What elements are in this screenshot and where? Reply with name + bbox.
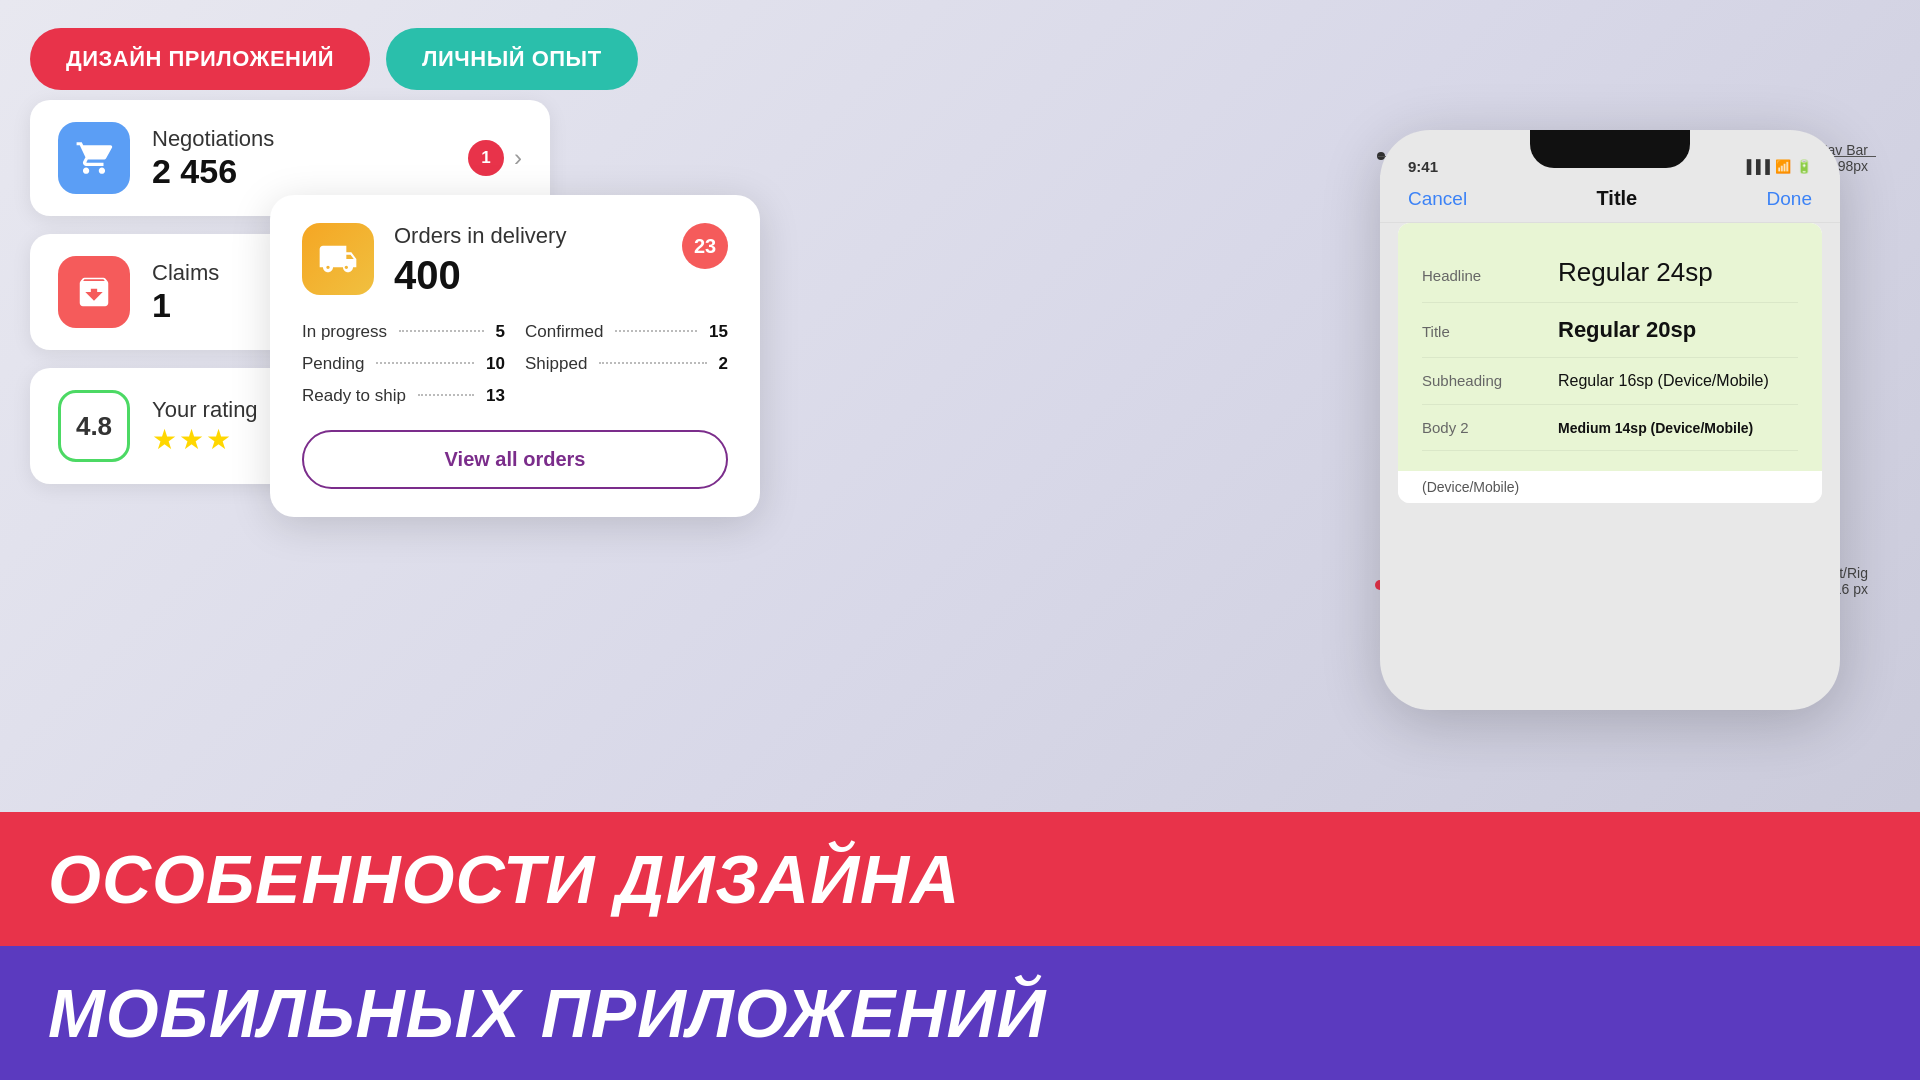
stat-in-progress-value: 5 — [496, 322, 505, 342]
battery-icon: 🔋 — [1796, 159, 1812, 174]
phone-notch — [1530, 130, 1690, 168]
stat-confirmed: Confirmed 15 — [525, 322, 728, 342]
nav-done-button[interactable]: Done — [1767, 188, 1812, 210]
negotiations-title: Negotiations — [152, 126, 446, 152]
delivery-badge: 23 — [682, 223, 728, 269]
phone-typography-content: Headline Regular 24sp Title Regular 20sp… — [1398, 223, 1822, 503]
stat-shipped: Shipped 2 — [525, 354, 728, 374]
typo-headline-label: Headline — [1422, 267, 1542, 284]
stat-confirmed-value: 15 — [709, 322, 728, 342]
stat-ready-label: Ready to ship — [302, 386, 406, 406]
stat-pending-label: Pending — [302, 354, 364, 374]
typo-row-body2: Body 2 Medium 14sp (Device/Mobile) — [1422, 405, 1798, 451]
typo-headline-sample: Regular 24sp — [1558, 257, 1713, 288]
partial-text: (Device/Mobile) — [1422, 479, 1519, 495]
delivery-truck-icon — [302, 223, 374, 295]
typo-row-title: Title Regular 20sp — [1422, 303, 1798, 358]
wifi-icon: 📶 — [1775, 159, 1791, 174]
negotiations-value: 2 456 — [152, 152, 446, 191]
typo-subheading-sample: Regular 16sp (Device/Mobile) — [1558, 372, 1769, 390]
stat-dots-4 — [599, 362, 706, 364]
cart-icon — [58, 122, 130, 194]
nav-cancel-button[interactable]: Cancel — [1408, 188, 1467, 210]
signal-icon: ▐▐▐ — [1742, 159, 1770, 174]
negotiations-badge: 1 — [468, 140, 504, 176]
stat-dots — [399, 330, 483, 332]
typo-title-label: Title — [1422, 323, 1542, 340]
view-all-orders-button[interactable]: View all orders — [302, 430, 728, 489]
typo-body2-sample: Medium 14sp (Device/Mobile) — [1558, 420, 1753, 436]
rating-value-box: 4.8 — [58, 390, 130, 462]
banner-purple: МОБИЛЬНЫХ ПРИЛОЖЕНИЙ — [0, 946, 1920, 1080]
top-buttons-container: ДИЗАЙН ПРИЛОЖЕНИЙ ЛИЧНЫЙ ОПЫТ — [30, 28, 638, 90]
stat-shipped-label: Shipped — [525, 354, 587, 374]
stat-pending-value: 10 — [486, 354, 505, 374]
stat-confirmed-label: Confirmed — [525, 322, 603, 342]
mobile-mockup: 9:41 ▐▐▐ 📶 🔋 Cancel Title Done Headline … — [1380, 130, 1840, 710]
delivery-count: 400 — [394, 253, 662, 298]
typography-list: Headline Regular 24sp Title Regular 20sp… — [1398, 223, 1822, 471]
chevron-right-icon[interactable]: › — [514, 144, 522, 172]
banner-line2: МОБИЛЬНЫХ ПРИЛОЖЕНИЙ — [48, 974, 1872, 1052]
stat-dots-5 — [418, 394, 474, 396]
partial-row: (Device/Mobile) — [1398, 471, 1822, 503]
stat-ready-to-ship: Ready to ship 13 — [302, 386, 505, 406]
stat-shipped-value: 2 — [719, 354, 728, 374]
delivery-card: Orders in delivery 400 23 In progress 5 … — [270, 195, 760, 517]
phone-nav-bar: Cancel Title Done — [1380, 175, 1840, 223]
typo-row-subheading: Subheading Regular 16sp (Device/Mobile) — [1422, 358, 1798, 405]
stat-in-progress-label: In progress — [302, 322, 387, 342]
delivery-title: Orders in delivery — [394, 223, 662, 249]
typo-subheading-label: Subheading — [1422, 372, 1542, 389]
box-icon — [58, 256, 130, 328]
stat-ready-value: 13 — [486, 386, 505, 406]
negotiations-content: Negotiations 2 456 — [152, 126, 446, 191]
nav-title-label: Title — [1596, 187, 1637, 210]
stat-pending: Pending 10 — [302, 354, 505, 374]
banner-red: ОСОБЕННОСТИ ДИЗАЙНА — [0, 812, 1920, 946]
status-icons: ▐▐▐ 📶 🔋 — [1742, 159, 1812, 174]
stat-dots-2 — [615, 330, 697, 332]
typo-title-sample: Regular 20sp — [1558, 317, 1696, 343]
stat-in-progress: In progress 5 — [302, 322, 505, 342]
phone-time: 9:41 — [1408, 158, 1438, 175]
typo-body2-label: Body 2 — [1422, 419, 1542, 436]
design-apps-button[interactable]: ДИЗАЙН ПРИЛОЖЕНИЙ — [30, 28, 370, 90]
rating-number: 4.8 — [76, 411, 112, 442]
stat-dots-3 — [376, 362, 474, 364]
nav-bar-value: 98px — [1838, 158, 1868, 174]
banner-line1: ОСОБЕННОСТИ ДИЗАЙНА — [48, 840, 1872, 918]
delivery-header: Orders in delivery 400 23 — [302, 223, 728, 298]
delivery-info: Orders in delivery 400 — [394, 223, 662, 298]
delivery-stats: In progress 5 Confirmed 15 Pending 10 Sh… — [302, 322, 728, 406]
personal-experience-button[interactable]: ЛИЧНЫЙ ОПЫТ — [386, 28, 637, 90]
typo-row-headline: Headline Regular 24sp — [1422, 243, 1798, 303]
negotiations-nav: 1 › — [468, 140, 522, 176]
bottom-banners: ОСОБЕННОСТИ ДИЗАЙНА МОБИЛЬНЫХ ПРИЛОЖЕНИЙ — [0, 812, 1920, 1080]
